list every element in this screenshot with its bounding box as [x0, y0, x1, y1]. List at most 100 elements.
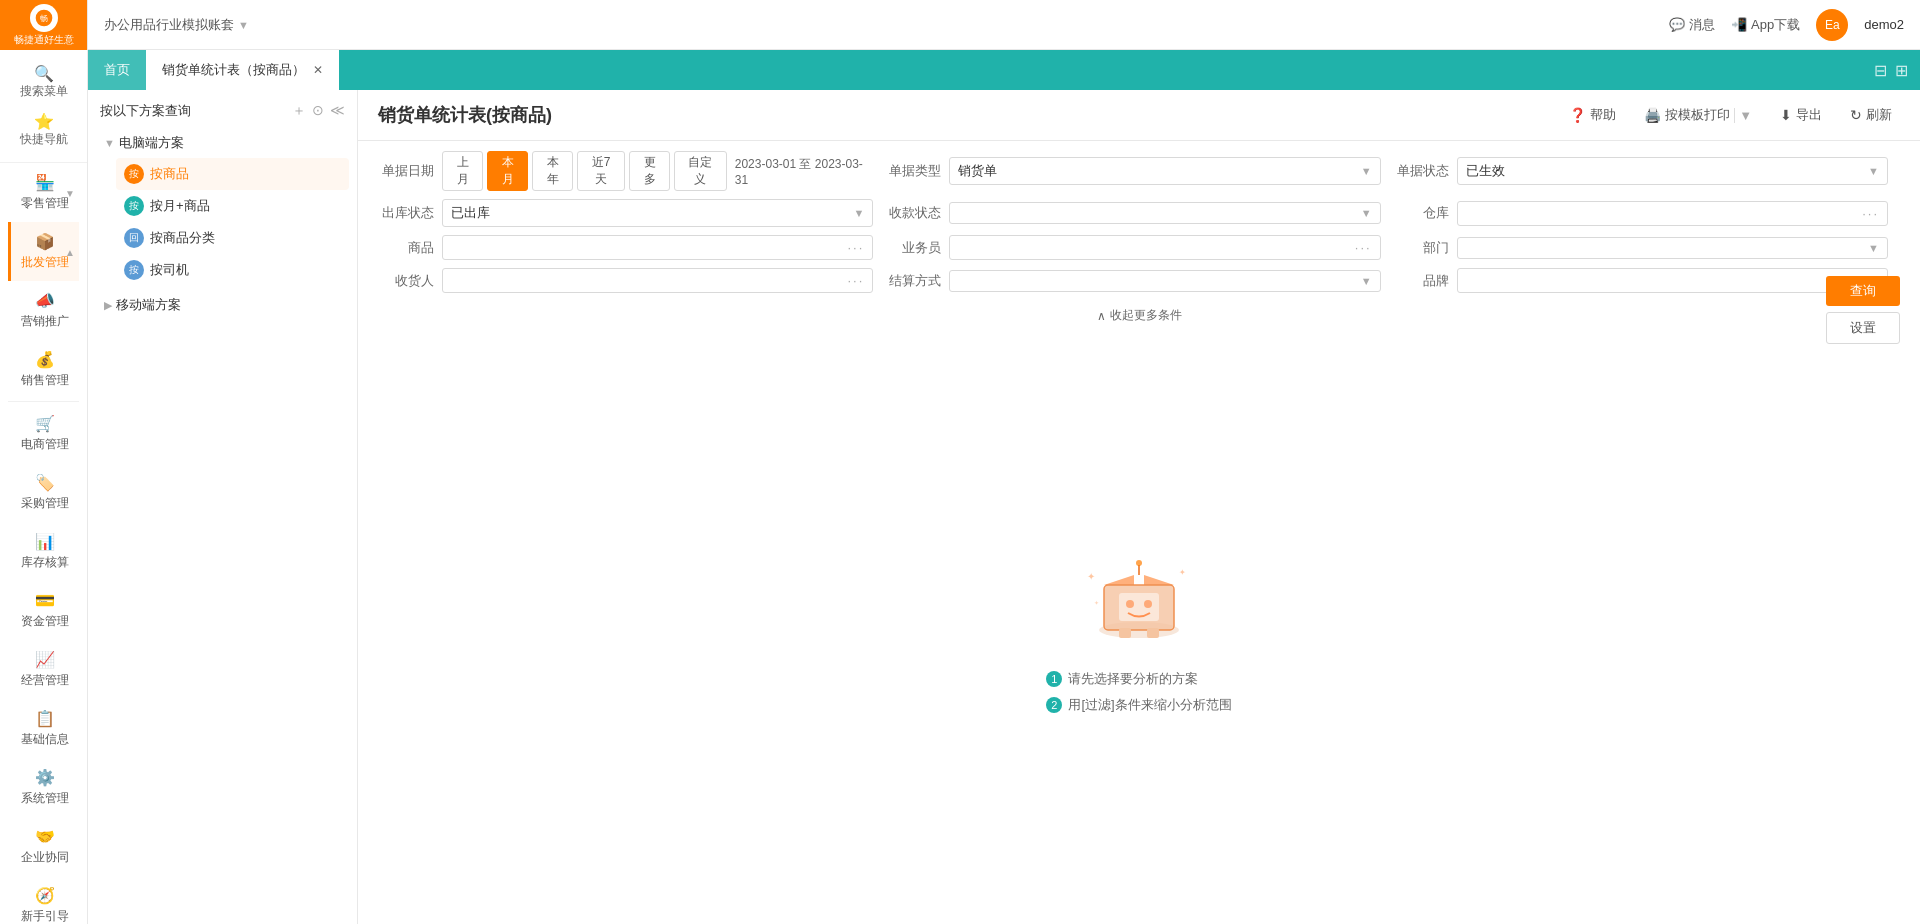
product-filter-label: 商品 [378, 239, 442, 257]
user-avatar[interactable]: Ea [1816, 9, 1848, 41]
tab-home[interactable]: 首页 [88, 50, 146, 90]
svg-text:✦: ✦ [1087, 571, 1095, 582]
outstatus-chevron-icon: ▼ [853, 207, 864, 219]
sidebar-item-cooperation[interactable]: 🤝 企业协同 [8, 817, 79, 876]
warehouse-select[interactable]: ··· [1457, 201, 1888, 226]
sidebar-item-guide[interactable]: 🧭 新手引导 [8, 876, 79, 924]
date-btn-last7[interactable]: 近7天 [577, 151, 625, 191]
message-icon: 💬 [1669, 17, 1685, 32]
tab-report[interactable]: 销货单统计表（按商品） ✕ [146, 50, 339, 90]
print-chevron-icon[interactable]: ▼ [1734, 108, 1752, 123]
date-btn-this-year[interactable]: 本年 [532, 151, 573, 191]
date-range-display: 2023-03-01 至 2023-03-31 [735, 156, 874, 187]
filter-cell-docstatus: 单据状态 已生效 ▼ [1393, 151, 1900, 191]
sidebar-item-ecommerce[interactable]: 🛒 电商管理 [8, 404, 79, 463]
doctype-chevron-icon: ▼ [1361, 165, 1372, 177]
scheme-by-category-label: 按商品分类 [150, 229, 215, 247]
filter-cell-product: 商品 ··· [378, 235, 885, 260]
workspace-selector[interactable]: 办公用品行业模拟账套 ▼ [104, 16, 249, 34]
department-select[interactable]: ▼ [1457, 237, 1888, 259]
warehouse-filter-label: 仓库 [1393, 204, 1457, 222]
sidebar-item-system[interactable]: ⚙️ 系统管理 [8, 758, 79, 817]
scheme-by-month-product[interactable]: 按 按月+商品 [116, 190, 349, 222]
query-actions: 查询 设置 [1826, 276, 1900, 344]
print-button[interactable]: 🖨️ 按模板打印 ▼ [1636, 102, 1760, 128]
tab-close-icon[interactable]: ✕ [313, 63, 323, 77]
payment-method-select[interactable]: ▼ [949, 270, 1380, 292]
quick-nav-item[interactable]: ⭐ 快捷导航 [4, 106, 83, 154]
scheme-by-product[interactable]: 按 按商品 [116, 158, 349, 190]
svg-point-7 [1144, 600, 1152, 608]
app-download-button[interactable]: 📲 App下载 [1731, 16, 1800, 34]
sidebar-item-finance[interactable]: 💳 资金管理 [8, 581, 79, 640]
topbar: 办公用品行业模拟账套 ▼ 💬 消息 📲 App下载 Ea demo2 [88, 0, 1920, 50]
help-button[interactable]: ❓ 帮助 [1561, 102, 1624, 128]
sidebar-item-basic[interactable]: 📋 基础信息 [8, 699, 79, 758]
date-btn-last-month[interactable]: 上月 [442, 151, 483, 191]
refresh-button[interactable]: ↻ 刷新 [1842, 102, 1900, 128]
sidebar-item-operation[interactable]: 📈 经营管理 [8, 640, 79, 699]
date-btn-more[interactable]: 更多 [629, 151, 670, 191]
sidebar-item-wholesale[interactable]: 📦 批发管理 ▲ [8, 222, 79, 281]
workspace-name: 办公用品行业模拟账套 [104, 16, 234, 34]
filter-row-1: 单据日期 上月 本月 本年 近7天 更多 自定义 20 [378, 151, 1900, 191]
sidebar-item-inventory[interactable]: 📊 库存核算 [8, 522, 79, 581]
left-panel-title: 按以下方案查询 [100, 102, 191, 120]
recipient-select[interactable]: ··· [442, 268, 873, 293]
search-menu-item[interactable]: 🔍 搜索菜单 [4, 58, 83, 106]
tab-maximize-icon[interactable]: ⊞ [1895, 61, 1908, 80]
username-label[interactable]: demo2 [1864, 17, 1904, 32]
left-panel: 按以下方案查询 ＋ ⊙ ≪ ▼ 电脑端方案 按 按商品 [88, 90, 358, 924]
sidebar-item-retail[interactable]: 🏪 零售管理 ▼ [8, 163, 79, 222]
docstatus-select[interactable]: 已生效 ▼ [1457, 157, 1888, 185]
brand-filter-label: 品牌 [1393, 272, 1457, 290]
page-header-actions: ❓ 帮助 🖨️ 按模板打印 ▼ ⬇ 导出 ↻ 刷新 [1561, 102, 1900, 128]
add-scheme-icon[interactable]: ＋ [292, 102, 306, 120]
tree-collapse-icon: ▶ [104, 299, 112, 312]
main-area: 办公用品行业模拟账套 ▼ 💬 消息 📲 App下载 Ea demo2 首页 销货… [88, 0, 1920, 924]
scheme-by-category[interactable]: 回 按商品分类 [116, 222, 349, 254]
desktop-scheme-parent[interactable]: ▼ 电脑端方案 [96, 128, 349, 158]
filter-cell-warehouse: 仓库 ··· [1393, 199, 1900, 227]
edit-scheme-icon[interactable]: ⊙ [312, 102, 324, 120]
export-button[interactable]: ⬇ 导出 [1772, 102, 1830, 128]
date-filter-control: 上月 本月 本年 近7天 更多 自定义 2023-03-01 至 2023-03… [442, 151, 873, 191]
product-select[interactable]: ··· [442, 235, 873, 260]
date-btn-custom[interactable]: 自定义 [674, 151, 727, 191]
sidebar-item-sales[interactable]: 💰 销售管理 [8, 340, 79, 399]
empty-tip-2: 2 用[过滤]条件来缩小分析范围 [1046, 696, 1231, 714]
tip-text-1: 请先选择要分析的方案 [1068, 670, 1198, 688]
date-shortcut-buttons: 上月 本月 本年 近7天 更多 自定义 [442, 151, 727, 191]
collapse-filter-button[interactable]: ∧ 收起更多条件 [378, 301, 1900, 330]
messages-button[interactable]: 💬 消息 [1669, 16, 1715, 34]
workspace-chevron-icon: ▼ [238, 19, 249, 31]
filter-cell-date: 单据日期 上月 本月 本年 近7天 更多 自定义 20 [378, 151, 885, 191]
sidebar-nav: 🏪 零售管理 ▼ 📦 批发管理 ▲ 📣 营销推广 💰 销售管理 🛒 电商管理 🏷… [0, 163, 87, 924]
salesperson-select[interactable]: ··· [949, 235, 1380, 260]
outstatus-select[interactable]: 已出库 ▼ [442, 199, 873, 227]
filter-cell-payment-status: 收款状态 ▼ [885, 199, 1392, 227]
doctype-select[interactable]: 销货单 ▼ [949, 157, 1380, 185]
doctype-value: 销货单 [958, 162, 997, 180]
mobile-scheme-parent[interactable]: ▶ 移动端方案 [96, 290, 349, 320]
filter-cell-payment-method: 结算方式 ▼ [885, 268, 1392, 293]
department-filter-label: 部门 [1393, 239, 1457, 257]
payment-method-chevron-icon: ▼ [1361, 275, 1372, 287]
docstatus-filter-label: 单据状态 [1393, 162, 1457, 180]
payment-status-select[interactable]: ▼ [949, 202, 1380, 224]
collapse-up-icon: ∧ [1097, 309, 1106, 323]
svg-text:✦: ✦ [1179, 568, 1186, 577]
date-btn-this-month[interactable]: 本月 [487, 151, 528, 191]
sidebar-item-marketing[interactable]: 📣 营销推广 [8, 281, 79, 340]
brand-select[interactable]: ··· [1457, 268, 1888, 293]
sidebar-item-purchase[interactable]: 🏷️ 采购管理 [8, 463, 79, 522]
date-filter-label: 单据日期 [378, 162, 442, 180]
filter-inner: 单据日期 上月 本月 本年 近7天 更多 自定义 20 [358, 141, 1920, 340]
collapse-panel-icon[interactable]: ≪ [330, 102, 345, 120]
scheme-by-driver[interactable]: 按 按司机 [116, 254, 349, 286]
settings-button[interactable]: 设置 [1826, 312, 1900, 344]
scheme-icon-category: 回 [124, 228, 144, 248]
page-header: 销货单统计表(按商品) ❓ 帮助 🖨️ 按模板打印 ▼ ⬇ 导出 [358, 90, 1920, 141]
query-button[interactable]: 查询 [1826, 276, 1900, 306]
tab-minimize-icon[interactable]: ⊟ [1874, 61, 1887, 80]
